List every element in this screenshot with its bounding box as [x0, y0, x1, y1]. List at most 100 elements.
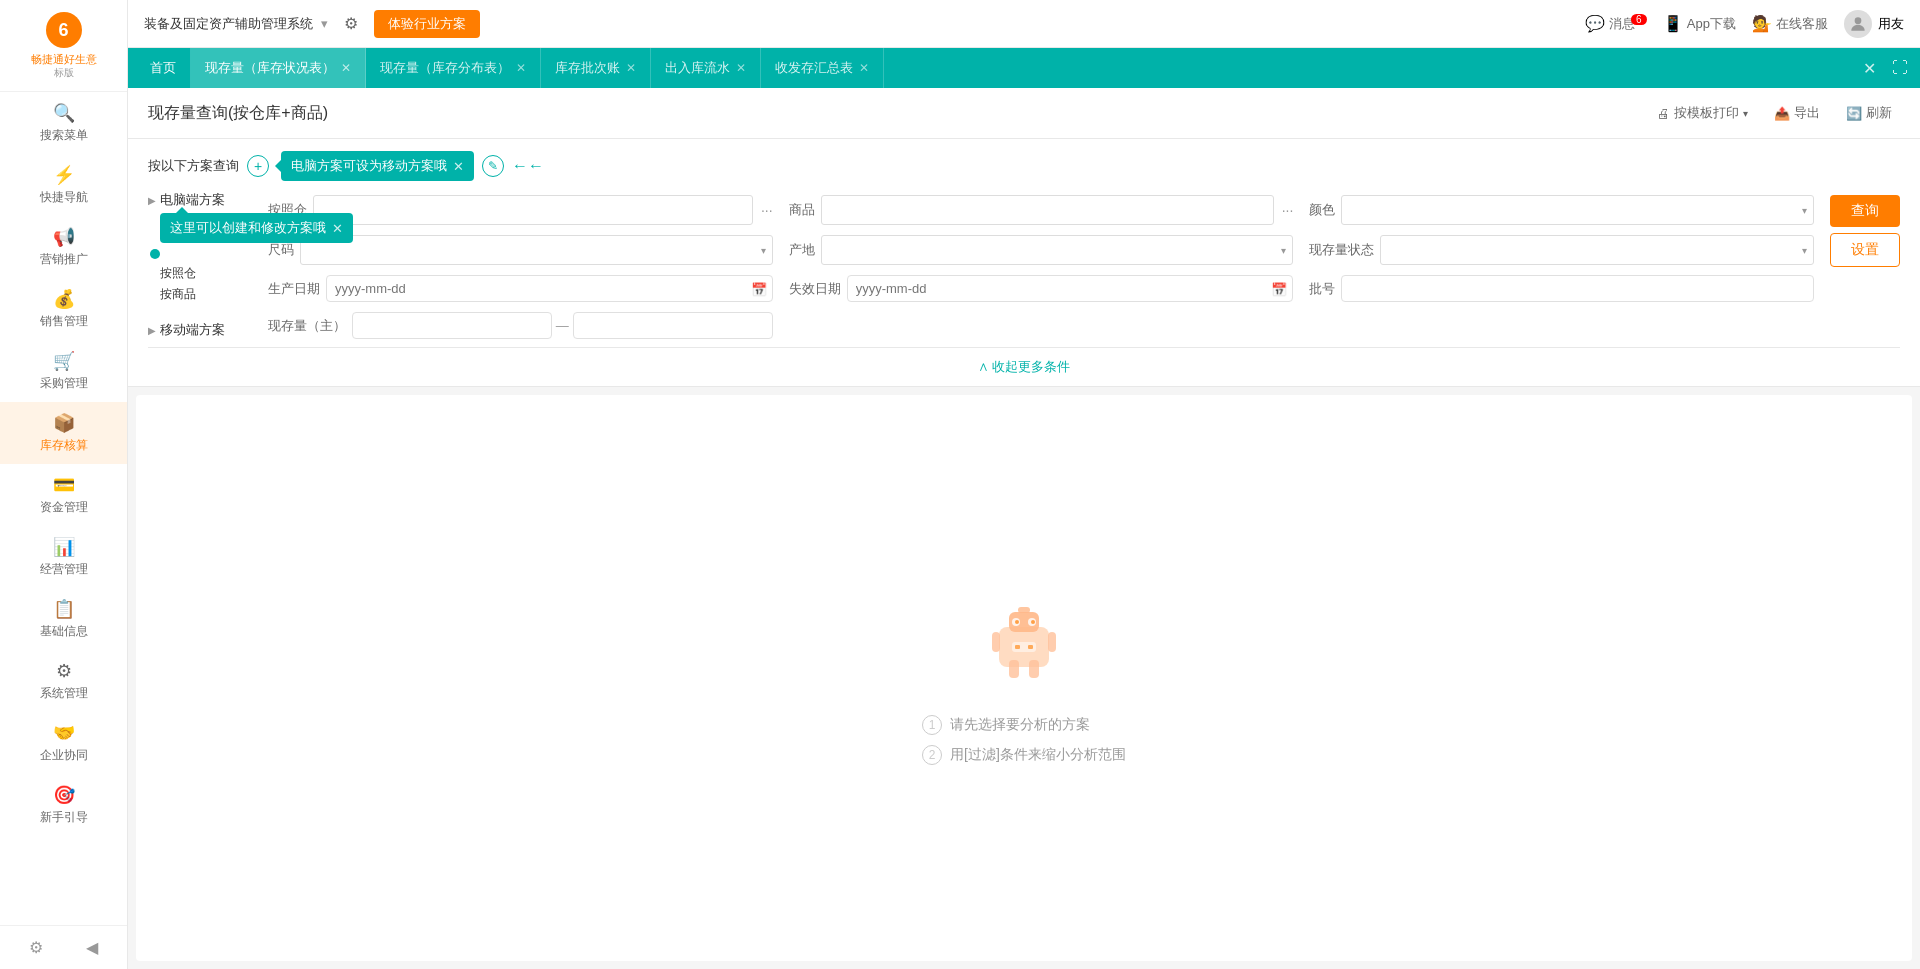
sidebar-item-beginner[interactable]: 🎯 新手引导	[0, 774, 127, 836]
edit-tooltip-close-btn[interactable]: ✕	[332, 221, 343, 236]
tab-close-batch-account[interactable]: ✕	[626, 62, 636, 74]
trial-btn[interactable]: 体验行业方案	[374, 10, 480, 38]
print-btn[interactable]: 🖨 按模板打印 ▾	[1649, 100, 1756, 126]
collapse-sidebar-btn[interactable]: ◀	[86, 938, 98, 957]
user-section[interactable]: 用友	[1844, 10, 1904, 38]
online-support-icon: 💁	[1752, 14, 1772, 33]
app-download-action[interactable]: 📱 App下载	[1663, 14, 1736, 33]
tab-maximize-btn[interactable]: ⛶	[1888, 55, 1912, 82]
tab-bar: 首页现存量（库存状况表）✕现存量（库存分布表）✕库存批次账✕出入库流水✕收发存汇…	[128, 48, 1920, 88]
proddate-input[interactable]	[326, 275, 773, 302]
filter-edit-btn[interactable]: ✎	[482, 155, 504, 177]
step-num-2: 2	[922, 745, 942, 765]
header-settings-icon[interactable]: ⚙	[344, 14, 358, 33]
filter-back-btn[interactable]: ←←	[512, 157, 544, 175]
warehouse-more-icon[interactable]: ···	[761, 202, 773, 218]
status-select[interactable]: ▾	[1380, 235, 1814, 265]
warehouse-select[interactable]	[313, 195, 753, 225]
user-name: 用友	[1878, 15, 1904, 33]
connector-dot	[150, 249, 160, 259]
sidebar-item-finance[interactable]: 💳 资金管理	[0, 464, 127, 526]
tab-in-out-flow[interactable]: 出入库流水 ✕	[651, 48, 761, 88]
tab-inventory-dist[interactable]: 现存量（库存分布表）✕	[366, 48, 541, 88]
color-label: 颜色	[1309, 201, 1335, 219]
export-icon: 📤	[1774, 106, 1790, 121]
header-actions: 💬 消息 6 📱 App下载 💁 在线客服 用友	[1585, 10, 1904, 38]
sub-scheme-warehouse[interactable]: 按照仓	[160, 263, 268, 284]
tab-bar-actions: ✕ ⛶	[1859, 55, 1912, 82]
sidebar-label-enterprise: 企业协同	[40, 747, 88, 764]
desktop-scheme-label[interactable]: 电脑端方案	[160, 192, 225, 207]
purchase-icon: 🛒	[53, 350, 75, 372]
tab-close-all-btn[interactable]: ✕	[1859, 55, 1880, 82]
app-download-icon: 📱	[1663, 14, 1683, 33]
size-select[interactable]: ▾	[300, 235, 773, 265]
logo-icon: 6	[46, 12, 82, 48]
sidebar-item-system[interactable]: ⚙ 系统管理	[0, 650, 127, 712]
tab-close-inventory-dist[interactable]: ✕	[516, 62, 526, 74]
qty-to-input[interactable]	[573, 312, 773, 339]
sidebar-item-sales[interactable]: 💰 销售管理	[0, 278, 127, 340]
system-dropdown-btn[interactable]: ▾	[321, 16, 328, 31]
query-btn[interactable]: 查询	[1830, 195, 1900, 227]
tab-label-batch-account: 库存批次账	[555, 59, 620, 77]
message-action[interactable]: 💬 消息 6	[1585, 14, 1647, 33]
sidebar-item-marketing[interactable]: 📢 营销推广	[0, 216, 127, 278]
sidebar-item-operations[interactable]: 📊 经营管理	[0, 526, 127, 588]
tab-inventory-status[interactable]: 现存量（库存状况表）✕	[191, 48, 366, 88]
sidebar-item-enterprise[interactable]: 🤝 企业协同	[0, 712, 127, 774]
online-support-action[interactable]: 💁 在线客服	[1752, 14, 1828, 33]
sub-scheme-items: 按照仓 按商品	[160, 263, 268, 305]
settings-footer-icon[interactable]: ⚙	[29, 938, 43, 957]
mobile-scheme-label[interactable]: 移动端方案	[160, 321, 225, 339]
mobile-scheme-arrow[interactable]: ▶	[148, 325, 156, 336]
export-btn[interactable]: 📤 导出	[1766, 100, 1828, 126]
tab-receive-summary[interactable]: 收发存汇总表✕	[761, 48, 884, 88]
sidebar-item-quick-nav[interactable]: ⚡ 快捷导航	[0, 154, 127, 216]
sidebar-item-basic[interactable]: 📋 基础信息	[0, 588, 127, 650]
svg-rect-13	[1015, 645, 1020, 649]
svg-point-0	[1855, 17, 1862, 24]
online-support-label: 在线客服	[1776, 15, 1828, 33]
tab-close-receive-summary[interactable]: ✕	[859, 62, 869, 74]
sidebar-item-purchase[interactable]: 🛒 采购管理	[0, 340, 127, 402]
tab-close-in-out-flow[interactable]: ✕	[736, 62, 746, 74]
svg-point-6	[1031, 620, 1035, 624]
set-btn[interactable]: 设置	[1830, 233, 1900, 267]
system-name: 装备及固定资产辅助管理系统	[144, 15, 313, 33]
origin-select[interactable]: ▾	[821, 235, 1294, 265]
refresh-btn[interactable]: 🔄 刷新	[1838, 100, 1900, 126]
add-tooltip-close-btn[interactable]: ✕	[453, 159, 464, 174]
sidebar-label-search-menu: 搜索菜单	[40, 127, 88, 144]
qty-range-sep: —	[556, 318, 569, 333]
step-text-1: 请先选择要分析的方案	[950, 716, 1090, 734]
goods-select[interactable]	[821, 195, 1274, 225]
tab-label-in-out-flow: 出入库流水	[665, 59, 730, 77]
qty-from-input[interactable]	[352, 312, 552, 339]
sidebar-item-inventory[interactable]: 📦 库存核算	[0, 402, 127, 464]
filter-row-origin: 产地 ▾	[789, 235, 1294, 265]
desktop-scheme-arrow[interactable]: ▶	[148, 195, 156, 206]
status-label: 现存量状态	[1309, 241, 1374, 259]
mobile-scheme-row: ▶ 移动端方案	[148, 321, 268, 339]
filter-collapse-btn[interactable]: ∧ 收起更多条件	[148, 347, 1900, 386]
tab-home[interactable]: 首页	[136, 48, 191, 88]
color-select[interactable]: ▾	[1341, 195, 1814, 225]
batch-input[interactable]	[1341, 275, 1814, 302]
sidebar-logo: 6 畅捷通好生意 标版	[0, 0, 127, 92]
page-title: 现存量查询(按仓库+商品)	[148, 103, 328, 124]
user-avatar	[1844, 10, 1872, 38]
filter-row-batch: 批号	[1309, 275, 1814, 302]
expiredate-input[interactable]	[847, 275, 1294, 302]
sidebar-item-search-menu[interactable]: 🔍 搜索菜单	[0, 92, 127, 154]
sub-scheme-goods[interactable]: 按商品	[160, 284, 268, 305]
filter-action-buttons: 查询 设置	[1830, 191, 1900, 267]
svg-point-5	[1015, 620, 1019, 624]
goods-more-icon[interactable]: ···	[1282, 202, 1294, 218]
filter-add-btn[interactable]: +	[247, 155, 269, 177]
qty-label: 现存量（主）	[268, 317, 346, 335]
tab-batch-account[interactable]: 库存批次账 ✕	[541, 48, 651, 88]
tab-close-inventory-status[interactable]: ✕	[341, 62, 351, 74]
filter-row-expiredate: 失效日期	[789, 275, 1294, 302]
logo-text: 畅捷通好生意 标版	[31, 52, 97, 79]
